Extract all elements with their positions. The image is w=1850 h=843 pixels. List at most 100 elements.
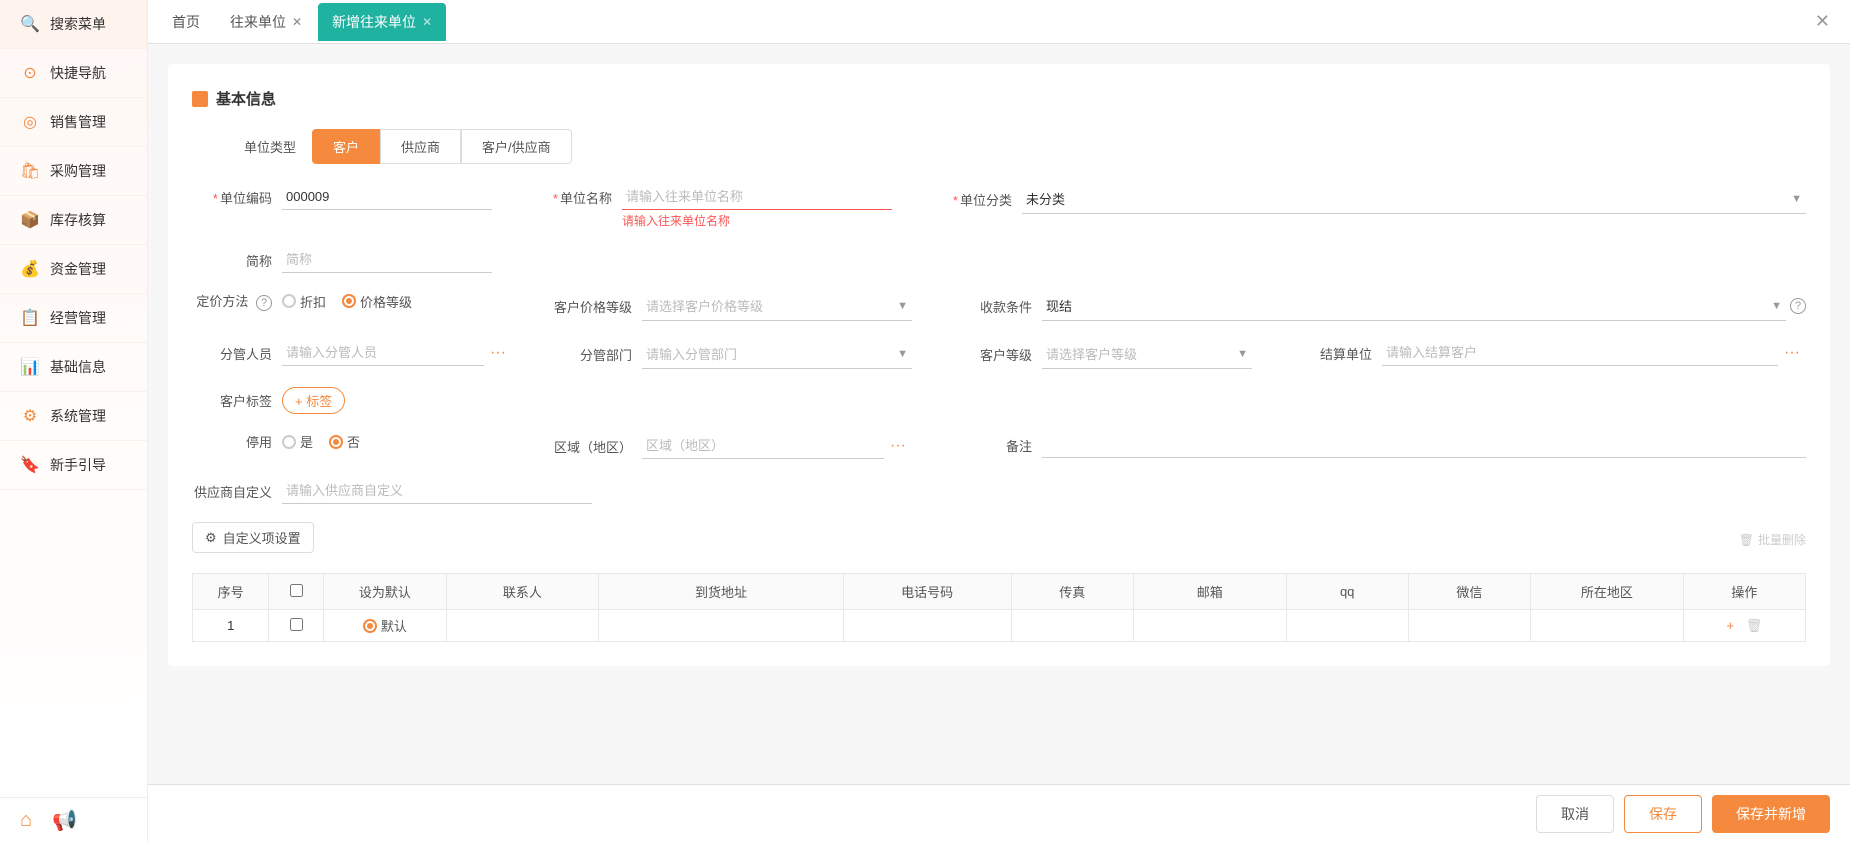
settlement-unit-input[interactable]: [1382, 340, 1778, 366]
row-default-radio[interactable]: 默认: [334, 616, 435, 635]
sidebar-label-base: 基础信息: [50, 357, 106, 377]
col-default: 设为默认: [324, 574, 446, 610]
cell-phone[interactable]: [843, 610, 1011, 642]
home-icon: ⊙: [20, 63, 40, 83]
row-checkbox[interactable]: [290, 618, 303, 631]
manager-input[interactable]: [282, 340, 484, 366]
short-name-input[interactable]: [282, 247, 492, 273]
sidebar-item-ops[interactable]: 📋 经营管理: [0, 294, 147, 343]
note-input[interactable]: [1042, 432, 1806, 458]
row-default-circle: [363, 619, 377, 633]
add-tag-button[interactable]: + 标签: [282, 387, 345, 414]
cell-contact[interactable]: [446, 610, 599, 642]
sidebar-item-quick-nav[interactable]: ⊙ 快捷导航: [0, 49, 147, 98]
qq-input[interactable]: [1297, 618, 1398, 633]
address-input[interactable]: [609, 618, 832, 633]
tab-trading-units-label: 往来单位: [230, 12, 286, 32]
contact-input[interactable]: [457, 618, 589, 633]
note-label: 备注: [952, 436, 1042, 455]
sidebar-item-base[interactable]: 📊 基础信息: [0, 343, 147, 392]
cancel-button[interactable]: 取消: [1536, 795, 1614, 833]
save-new-button[interactable]: 保存并新增: [1712, 795, 1830, 833]
sidebar-item-purchase[interactable]: 🛍 采购管理: [0, 147, 147, 196]
region-table-input[interactable]: [1541, 618, 1673, 633]
table-header-row: 序号 设为默认 联系人 到货地址 电话号码 传真 邮箱 qq 微信 所在地区: [193, 574, 1806, 610]
batch-delete-button[interactable]: 🗑 批量删除: [1739, 531, 1806, 548]
cell-wechat[interactable]: [1408, 610, 1530, 642]
email-input[interactable]: [1144, 618, 1276, 633]
disable-radio-no[interactable]: 否: [329, 432, 360, 451]
cell-fax[interactable]: [1011, 610, 1133, 642]
form-row-2: 简称: [192, 247, 1806, 273]
sidebar-item-search[interactable]: 🔍 搜索菜单: [0, 0, 147, 49]
payment-terms-field: 收款条件 现结 ▼ ?: [952, 291, 1806, 321]
unit-category-value: 未分类: [1026, 189, 1065, 208]
pricing-radio-discount[interactable]: 折扣: [282, 292, 326, 311]
sidebar-item-finance[interactable]: 💰 资金管理: [0, 245, 147, 294]
unit-type-supplier-button[interactable]: 供应商: [380, 129, 461, 164]
add-row-icon[interactable]: +: [1726, 618, 1734, 633]
sidebar-label-search: 搜索菜单: [50, 14, 106, 34]
gear-icon: ⚙: [205, 530, 217, 546]
cell-email[interactable]: [1133, 610, 1286, 642]
disable-radio-yes[interactable]: 是: [282, 432, 313, 451]
customer-level-label: 客户等级: [952, 345, 1042, 364]
settlement-unit-field: 结算单位 ···: [1292, 339, 1806, 367]
close-new-trading-unit-icon[interactable]: ✕: [422, 15, 432, 29]
payment-terms-select[interactable]: 现结 ▼: [1042, 291, 1786, 321]
disable-radio-group: 是 否: [282, 432, 360, 451]
pricing-help-icon[interactable]: ?: [256, 295, 272, 311]
phone-input[interactable]: [854, 618, 1001, 633]
bell-bottom-icon[interactable]: 📢: [52, 808, 77, 833]
customer-price-select[interactable]: 请选择客户价格等级 ▼: [642, 291, 912, 321]
disable-field: 停用 是 否: [192, 432, 512, 451]
department-select[interactable]: 请输入分管部门 ▼: [642, 339, 912, 369]
region-more-icon[interactable]: ···: [884, 432, 912, 460]
sys-icon: ⚙: [20, 406, 40, 426]
customer-price-field: 客户价格等级 请选择客户价格等级 ▼: [552, 291, 912, 321]
col-ops: 操作: [1683, 574, 1805, 610]
tab-new-trading-unit[interactable]: 新增往来单位 ✕: [318, 3, 446, 41]
batch-delete-icon: 🗑: [1739, 533, 1754, 547]
sidebar-item-inventory[interactable]: 📦 库存核算: [0, 196, 147, 245]
close-trading-units-icon[interactable]: ✕: [292, 15, 302, 29]
col-checkbox[interactable]: [269, 574, 324, 610]
main-area: 首页 往来单位 ✕ 新增往来单位 ✕ ✕ 基本信息 单位类型 客户 供应商 客户…: [148, 0, 1850, 843]
unit-name-error: 请输入往来单位名称: [622, 212, 730, 229]
unit-type-both-button[interactable]: 客户/供应商: [461, 129, 572, 164]
sales-icon: ◎: [20, 112, 40, 132]
cell-address[interactable]: [599, 610, 843, 642]
unit-code-field: *单位编码: [192, 184, 492, 210]
pricing-radio-level[interactable]: 价格等级: [342, 292, 412, 311]
unit-type-customer-button[interactable]: 客户: [312, 129, 380, 164]
cell-qq[interactable]: [1286, 610, 1408, 642]
tab-trading-units[interactable]: 往来单位 ✕: [216, 3, 316, 41]
wechat-input[interactable]: [1419, 618, 1520, 633]
home-bottom-icon[interactable]: ⌂: [20, 809, 32, 832]
window-close-button[interactable]: ✕: [1805, 11, 1840, 32]
supplier-custom-input[interactable]: [282, 478, 592, 504]
manager-more-icon[interactable]: ···: [484, 339, 512, 367]
tab-home[interactable]: 首页: [158, 3, 214, 41]
unit-code-input[interactable]: [282, 184, 492, 210]
note-field: 备注: [952, 432, 1806, 458]
unit-category-arrow-icon: ▼: [1791, 193, 1802, 205]
customer-level-select[interactable]: 请选择客户等级 ▼: [1042, 339, 1252, 369]
select-all-checkbox[interactable]: [290, 584, 303, 597]
sidebar-item-sys[interactable]: ⚙ 系统管理: [0, 392, 147, 441]
settlement-more-icon[interactable]: ···: [1778, 339, 1806, 367]
delete-row-icon[interactable]: 🗑: [1746, 618, 1763, 633]
cell-checkbox[interactable]: [269, 610, 324, 642]
payment-help-icon[interactable]: ?: [1790, 298, 1806, 314]
cell-region[interactable]: [1530, 610, 1683, 642]
sidebar-item-sales[interactable]: ◎ 销售管理: [0, 98, 147, 147]
unit-name-input[interactable]: [622, 184, 892, 210]
save-button[interactable]: 保存: [1624, 795, 1702, 833]
fax-input[interactable]: [1022, 618, 1123, 633]
manager-label: 分管人员: [192, 344, 282, 363]
sidebar-item-guide[interactable]: 🔖 新手引导: [0, 441, 147, 490]
custom-settings-button[interactable]: ⚙ 自定义项设置: [192, 522, 314, 553]
sidebar: 🔍 搜索菜单 ⊙ 快捷导航 ◎ 销售管理 🛍 采购管理 📦 库存核算 💰 资金管…: [0, 0, 148, 843]
unit-category-select[interactable]: 未分类 ▼: [1022, 184, 1806, 214]
region-input[interactable]: [642, 433, 884, 459]
